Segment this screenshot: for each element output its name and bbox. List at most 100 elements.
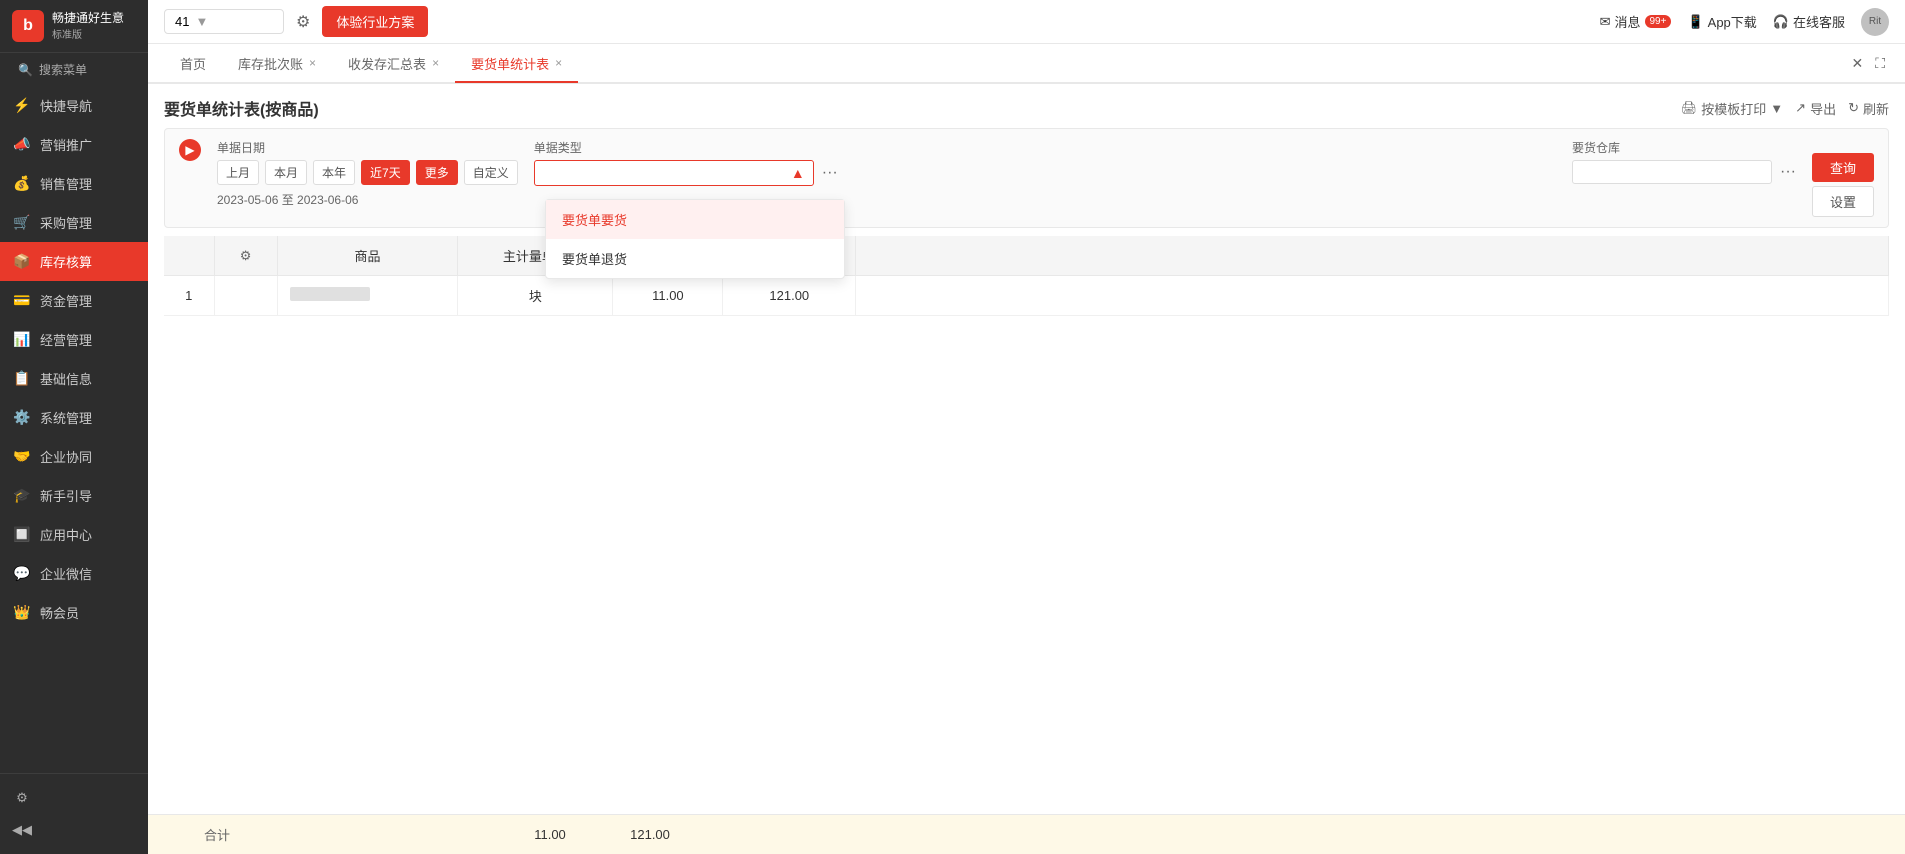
- collapse-icon: ◀◀: [12, 822, 32, 838]
- date-filter-label: 单据日期: [217, 139, 518, 156]
- print-icon: 🖨: [1681, 100, 1698, 116]
- cell-unit: 块: [458, 276, 613, 316]
- main-content: 41 ▼ ⚙ 体验行业方案 ✉ 消息 99+ 📱 App下载 🎧 在线客服: [148, 0, 1905, 854]
- inventory-icon: 📦: [12, 253, 32, 270]
- message-action[interactable]: ✉ 消息 99+: [1600, 12, 1672, 31]
- top-header: 41 ▼ ⚙ 体验行业方案 ✉ 消息 99+ 📱 App下载 🎧 在线客服: [148, 0, 1905, 44]
- custom-btn[interactable]: 自定义: [464, 160, 518, 185]
- tab-home[interactable]: 首页: [164, 46, 222, 83]
- tab-close-all-icon[interactable]: ✕: [1847, 51, 1867, 76]
- refresh-action[interactable]: ↻ 刷新: [1848, 99, 1889, 118]
- type-input[interactable]: [543, 166, 791, 180]
- footer-quantity: 11.00: [510, 827, 590, 842]
- message-label: 消息: [1614, 12, 1640, 31]
- online-service-label: 在线客服: [1793, 12, 1845, 31]
- app-download-action[interactable]: 📱 App下载: [1687, 12, 1756, 31]
- sidebar-item-member[interactable]: 👑 畅会员: [0, 593, 148, 632]
- header-settings-icon[interactable]: ⚙: [296, 12, 310, 32]
- sidebar-item-marketing[interactable]: 📣 营销推广: [0, 125, 148, 164]
- search-icon: 🔍: [18, 63, 33, 77]
- more-btn[interactable]: 更多: [416, 160, 458, 185]
- filter-bar: ▶ 单据日期 上月 本月 本年 近7天 更多 自定义 2023-05-06 至 …: [164, 128, 1889, 228]
- sidebar-item-sales[interactable]: 💰 销售管理: [0, 164, 148, 203]
- export-action[interactable]: ↗ 导出: [1795, 99, 1836, 118]
- headset-icon: 🎧: [1773, 14, 1789, 30]
- col-extra: [856, 236, 1889, 276]
- col-gear[interactable]: ⚙: [214, 236, 277, 276]
- logo-text-block: 畅捷通好生意 标准版: [52, 11, 124, 42]
- tab-summary[interactable]: 收发存汇总表 ×: [332, 46, 455, 83]
- filter-bar-inner: 单据日期 上月 本月 本年 近7天 更多 自定义 2023-05-06 至 20…: [217, 139, 1874, 217]
- finance-icon: 💳: [12, 292, 32, 309]
- footer-amount: 121.00: [610, 827, 690, 842]
- settings-nav-item[interactable]: ⚙: [0, 782, 148, 814]
- query-button[interactable]: 查询: [1812, 153, 1874, 182]
- col-index: [164, 236, 214, 276]
- tab-summary-close[interactable]: ×: [432, 56, 439, 70]
- warehouse-more-icon[interactable]: ···: [1780, 163, 1796, 181]
- sidebar-item-app[interactable]: 🔲 应用中心: [0, 515, 148, 554]
- type-dropdown[interactable]: ▲: [534, 160, 814, 186]
- print-action[interactable]: 🖨 按模板打印 ▼: [1681, 99, 1783, 118]
- trial-button[interactable]: 体验行业方案: [322, 6, 428, 37]
- app-download-label: App下载: [1708, 12, 1757, 31]
- tab-order-stats[interactable]: 要货单统计表 ×: [455, 46, 578, 83]
- marketing-icon: 📣: [12, 136, 32, 153]
- type-filter-label: 单据类型: [534, 139, 1556, 156]
- collapse-nav-item[interactable]: ◀◀: [0, 814, 148, 846]
- sidebar-item-wechat[interactable]: 💬 企业微信: [0, 554, 148, 593]
- page-content: 要货单统计表(按商品) 🖨 按模板打印 ▼ ↗ 导出 ↻ 刷新 ▶: [148, 84, 1905, 854]
- type-dropdown-menu: 要货单要货 要货单退货: [545, 199, 845, 279]
- sidebar-item-system[interactable]: ⚙️ 系统管理: [0, 398, 148, 437]
- quick-icon: ⚡: [12, 97, 32, 114]
- enterprise-label: 企业协同: [40, 447, 92, 466]
- print-arrow-icon: ▼: [1770, 101, 1783, 116]
- purchase-label: 采购管理: [40, 213, 92, 232]
- tab-order-stats-label: 要货单统计表: [471, 54, 549, 73]
- settings-button[interactable]: 设置: [1812, 186, 1874, 217]
- tab-batch[interactable]: 库存批次账 ×: [222, 46, 332, 83]
- type-filter-group: 单据类型 ▲ ···: [534, 139, 1556, 186]
- basic-label: 基础信息: [40, 369, 92, 388]
- col-product: 商品: [277, 236, 458, 276]
- online-service-action[interactable]: 🎧 在线客服: [1773, 12, 1845, 31]
- store-selector[interactable]: 41 ▼: [164, 9, 284, 34]
- sidebar-item-inventory[interactable]: 📦 库存核算: [0, 242, 148, 281]
- last-month-btn[interactable]: 上月: [217, 160, 259, 185]
- product-name-placeholder: [290, 287, 370, 301]
- tab-expand-icon[interactable]: ⛶: [1871, 51, 1889, 76]
- tab-order-stats-close[interactable]: ×: [555, 56, 562, 70]
- dropdown-arrow-icon[interactable]: ▲: [791, 165, 805, 181]
- export-icon: ↗: [1795, 100, 1806, 116]
- sidebar-item-guide[interactable]: 🎓 新手引导: [0, 476, 148, 515]
- avatar: Rit: [1861, 8, 1889, 36]
- this-year-btn[interactable]: 本年: [313, 160, 355, 185]
- table-header-row: ⚙ 商品 主计量单位 主数量 零售金额: [164, 236, 1889, 276]
- date-filter-row: 上月 本月 本年 近7天 更多 自定义: [217, 160, 518, 185]
- sidebar-item-finance[interactable]: 💳 资金管理: [0, 281, 148, 320]
- sidebar: b 畅捷通好生意 标准版 🔍 搜索菜单 ⚡ 快捷导航 📣 营销推广 💰 销售管理…: [0, 0, 148, 854]
- filter-expand-btn[interactable]: ▶: [179, 139, 201, 161]
- table-row: 1 块 11.00 121.00: [164, 276, 1889, 316]
- sidebar-item-quick[interactable]: ⚡ 快捷导航: [0, 86, 148, 125]
- filter-more-icon[interactable]: ···: [822, 164, 838, 182]
- tab-batch-close[interactable]: ×: [309, 56, 316, 70]
- system-label: 系统管理: [40, 408, 92, 427]
- sidebar-item-purchase[interactable]: 🛒 采购管理: [0, 203, 148, 242]
- this-month-btn[interactable]: 本月: [265, 160, 307, 185]
- cell-quantity: 11.00: [613, 276, 723, 316]
- user-avatar-action[interactable]: Rit: [1861, 8, 1889, 36]
- sidebar-item-basic[interactable]: 📋 基础信息: [0, 359, 148, 398]
- dropdown-item-order-return[interactable]: 要货单退货: [546, 239, 844, 278]
- search-menu[interactable]: 🔍 搜索菜单: [0, 53, 148, 86]
- sidebar-item-operation[interactable]: 📊 经营管理: [0, 320, 148, 359]
- tab-summary-label: 收发存汇总表: [348, 54, 426, 73]
- dropdown-item-order-delivery[interactable]: 要货单要货: [546, 200, 844, 239]
- last7-btn[interactable]: 近7天: [361, 160, 410, 185]
- warehouse-filter-group: 要货仓库 ···: [1572, 139, 1796, 184]
- tab-batch-label: 库存批次账: [238, 54, 303, 73]
- sidebar-item-enterprise[interactable]: 🤝 企业协同: [0, 437, 148, 476]
- warehouse-input[interactable]: [1581, 165, 1763, 179]
- inventory-label: 库存核算: [40, 252, 92, 271]
- cell-gear: [214, 276, 277, 316]
